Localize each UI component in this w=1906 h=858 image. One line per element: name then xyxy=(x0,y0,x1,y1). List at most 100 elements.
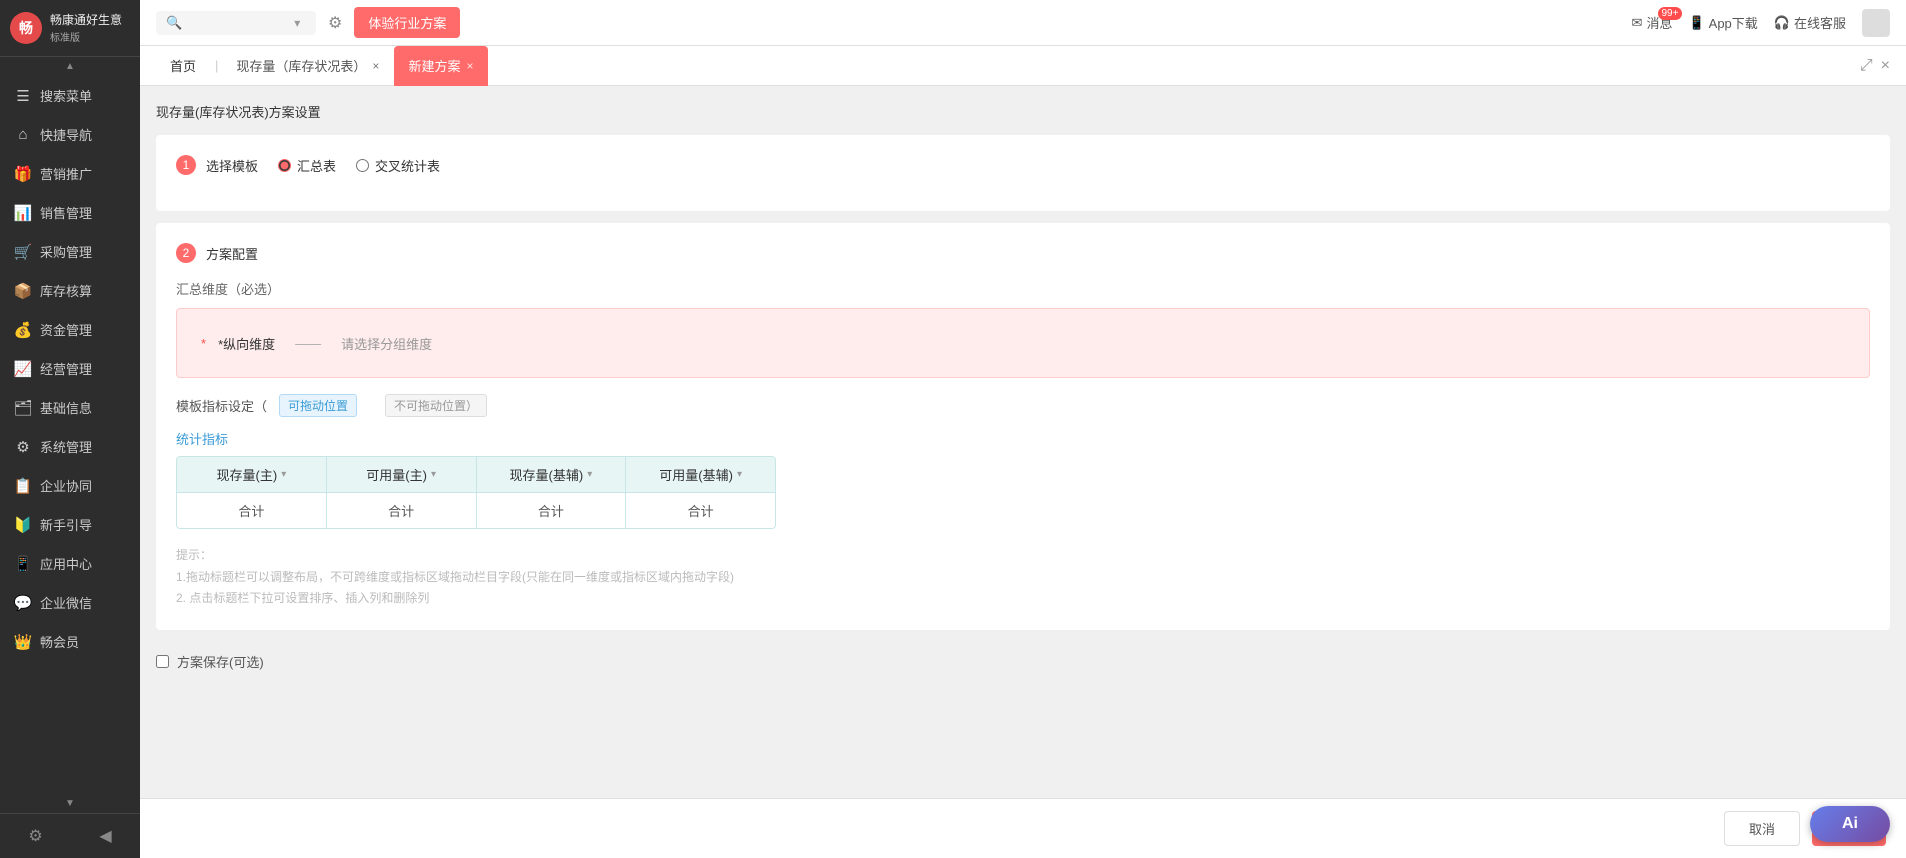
system-icon: ⚙ xyxy=(14,438,32,456)
finance-icon: 💰 xyxy=(14,321,32,339)
vertical-dim-label: *纵向维度 xyxy=(218,334,275,353)
gift-icon: 🎁 xyxy=(14,165,32,183)
content-area: 现存量(库存状况表)方案设置 1 选择模板 汇总表 交叉统计表 xyxy=(140,86,1906,798)
sidebar-label-member: 畅会员 xyxy=(40,632,79,651)
sidebar-item-quicknav[interactable]: ⌂ 快捷导航 xyxy=(0,115,140,154)
user-avatar[interactable] xyxy=(1862,9,1890,37)
sidebar-item-apps[interactable]: 📱 应用中心 xyxy=(0,544,140,583)
headset-icon: 🎧 xyxy=(1774,15,1790,31)
indicator-setting-label: 模板指标设定（ xyxy=(176,396,267,415)
sidebar-bottom: ⚙ ◀ xyxy=(0,813,140,858)
sidebar-nav: ☰ 搜索菜单 ⌂ 快捷导航 🎁 营销推广 📊 销售管理 🛒 采购管理 📦 库存核… xyxy=(0,76,140,794)
sidebar-label-basics: 基础信息 xyxy=(40,398,92,417)
sidebar-item-finance[interactable]: 💰 资金管理 xyxy=(0,310,140,349)
search-box[interactable]: 🔍 ▾ xyxy=(156,11,316,35)
save-option-label: 方案保存(可选) xyxy=(177,652,264,671)
settings-btn[interactable]: ⚙ xyxy=(20,822,50,850)
home-icon: ⌂ xyxy=(14,126,32,144)
dimension-section-label: 汇总维度（必选） xyxy=(176,279,1870,298)
stats-header: 现存量(主) ▾ 可用量(主) ▾ 现存量(基辅) ▾ 可用量(基辅) ▾ xyxy=(177,457,775,492)
new-plan-tab-label: 新建方案 xyxy=(408,56,460,75)
col-name-0: 现存量(主) xyxy=(217,465,278,484)
collapse-btn[interactable]: ◀ xyxy=(91,822,119,850)
sidebar-item-search[interactable]: ☰ 搜索菜单 xyxy=(0,76,140,115)
sidebar-label-guide: 新手引导 xyxy=(40,515,92,534)
tab-new-plan[interactable]: 新建方案 × xyxy=(394,46,488,86)
sidebar: 畅 畅康通好生意 标准版 ▲ ☰ 搜索菜单 ⌂ 快捷导航 🎁 营销推广 📊 销售… xyxy=(0,0,140,858)
col-header-0[interactable]: 现存量(主) ▾ xyxy=(177,457,327,492)
inventory-tab-label: 现存量（库存状况表） xyxy=(236,56,366,75)
radio-cross-label: 交叉统计表 xyxy=(375,156,440,175)
sidebar-label-sales: 销售管理 xyxy=(40,203,92,222)
save-checkbox[interactable] xyxy=(156,655,169,668)
sidebar-item-sales[interactable]: 📊 销售管理 xyxy=(0,193,140,232)
search-dropdown-icon[interactable]: ▾ xyxy=(294,16,300,30)
main-area: 🔍 ▾ ⚙ 体验行业方案 ✉ 消息 99+ 📱 App下载 🎧 在线客服 xyxy=(140,0,1906,858)
page-title: 现存量(库存状况表)方案设置 xyxy=(156,102,1890,121)
sidebar-label-search: 搜索菜单 xyxy=(40,86,92,105)
step1-badge: 1 xyxy=(176,155,196,175)
sidebar-item-wechat[interactable]: 💬 企业微信 xyxy=(0,583,140,622)
draggable-tag: 可拖动位置 xyxy=(279,394,357,417)
radio-cross[interactable]: 交叉统计表 xyxy=(356,156,440,175)
step2-badge: 2 xyxy=(176,243,196,263)
sidebar-item-guide[interactable]: 🔰 新手引导 xyxy=(0,505,140,544)
search-input[interactable] xyxy=(188,16,288,30)
inventory-icon: 📦 xyxy=(14,282,32,300)
sidebar-item-contract[interactable]: 📋 企业协同 xyxy=(0,466,140,505)
action-bar: 取消 查询 xyxy=(140,798,1906,858)
messages-btn[interactable]: ✉ 消息 99+ xyxy=(1632,13,1673,32)
cell-1: 合计 xyxy=(327,492,477,528)
app-download-label: App下载 xyxy=(1709,13,1758,32)
stats-body: 合计 合计 合计 合计 xyxy=(177,492,775,528)
tab-home[interactable]: 首页 xyxy=(156,46,211,86)
guide-icon: 🔰 xyxy=(14,516,32,534)
online-service-label: 在线客服 xyxy=(1794,13,1846,32)
sidebar-item-inventory[interactable]: 📦 库存核算 xyxy=(0,271,140,310)
col-header-1[interactable]: 可用量(主) ▾ xyxy=(327,457,477,492)
sidebar-item-operations[interactable]: 📈 经营管理 xyxy=(0,349,140,388)
inventory-tab-close[interactable]: × xyxy=(372,59,379,73)
radio-summary-label: 汇总表 xyxy=(297,156,336,175)
sidebar-logo: 畅 畅康通好生意 标准版 xyxy=(0,0,140,57)
col-header-3[interactable]: 可用量(基辅) ▾ xyxy=(626,457,775,492)
sidebar-item-purchase[interactable]: 🛒 采购管理 xyxy=(0,232,140,271)
tab-close-icon[interactable]: × xyxy=(1881,57,1890,75)
section-plan-config: 2 方案配置 汇总维度（必选） * *纵向维度 —— 请选择分组维度 模板指标设… xyxy=(156,223,1890,630)
tabs-bar: 首页 | 现存量（库存状况表） × 新建方案 × ⤢ × xyxy=(140,46,1906,86)
ai-float-button[interactable]: Ai xyxy=(1810,806,1890,842)
radio-summary-input[interactable] xyxy=(278,159,291,172)
sidebar-item-member[interactable]: 👑 畅会员 xyxy=(0,622,140,661)
radio-summary[interactable]: 汇总表 xyxy=(278,156,336,175)
home-tab-label: 首页 xyxy=(170,56,196,75)
sidebar-scroll-up[interactable]: ▲ xyxy=(0,57,140,76)
sidebar-label-apps: 应用中心 xyxy=(40,554,92,573)
industry-btn[interactable]: 体验行业方案 xyxy=(354,7,460,38)
tab-inventory[interactable]: 现存量（库存状况表） × xyxy=(222,46,394,86)
sales-icon: 📊 xyxy=(14,204,32,222)
messages-badge: 99+ xyxy=(1658,7,1683,20)
gear-icon[interactable]: ⚙ xyxy=(328,13,342,33)
topbar-right: ✉ 消息 99+ 📱 App下载 🎧 在线客服 xyxy=(1632,9,1890,37)
sidebar-scroll-down[interactable]: ▼ xyxy=(0,794,140,813)
sidebar-item-system[interactable]: ⚙ 系统管理 xyxy=(0,427,140,466)
radio-cross-input[interactable] xyxy=(356,159,369,172)
dim-separator: —— xyxy=(295,336,321,351)
tip-2: 2. 点击标题栏下拉可设置排序、插入列和删除列 xyxy=(176,591,429,605)
search-icon: 🔍 xyxy=(166,15,182,31)
col-header-2[interactable]: 现存量(基辅) ▾ xyxy=(477,457,627,492)
new-plan-tab-close[interactable]: × xyxy=(466,59,473,73)
dim-placeholder: 请选择分组维度 xyxy=(341,334,432,353)
sidebar-item-basics[interactable]: 🗂 基础信息 xyxy=(0,388,140,427)
dimension-box[interactable]: * *纵向维度 —— 请选择分组维度 xyxy=(176,308,1870,378)
online-service-btn[interactable]: 🎧 在线客服 xyxy=(1774,13,1846,32)
section-choose-template: 1 选择模板 汇总表 交叉统计表 xyxy=(156,135,1890,211)
cancel-button[interactable]: 取消 xyxy=(1724,811,1800,846)
app-download-btn[interactable]: 📱 App下载 xyxy=(1688,13,1757,32)
app-name: 畅康通好生意 xyxy=(50,12,122,29)
tab-expand-btn[interactable]: ⤢ xyxy=(1860,57,1873,75)
col-name-1: 可用量(主) xyxy=(366,465,427,484)
sidebar-item-marketing[interactable]: 🎁 营销推广 xyxy=(0,154,140,193)
ops-icon: 📈 xyxy=(14,360,32,378)
search-menu-icon: ☰ xyxy=(14,87,32,105)
